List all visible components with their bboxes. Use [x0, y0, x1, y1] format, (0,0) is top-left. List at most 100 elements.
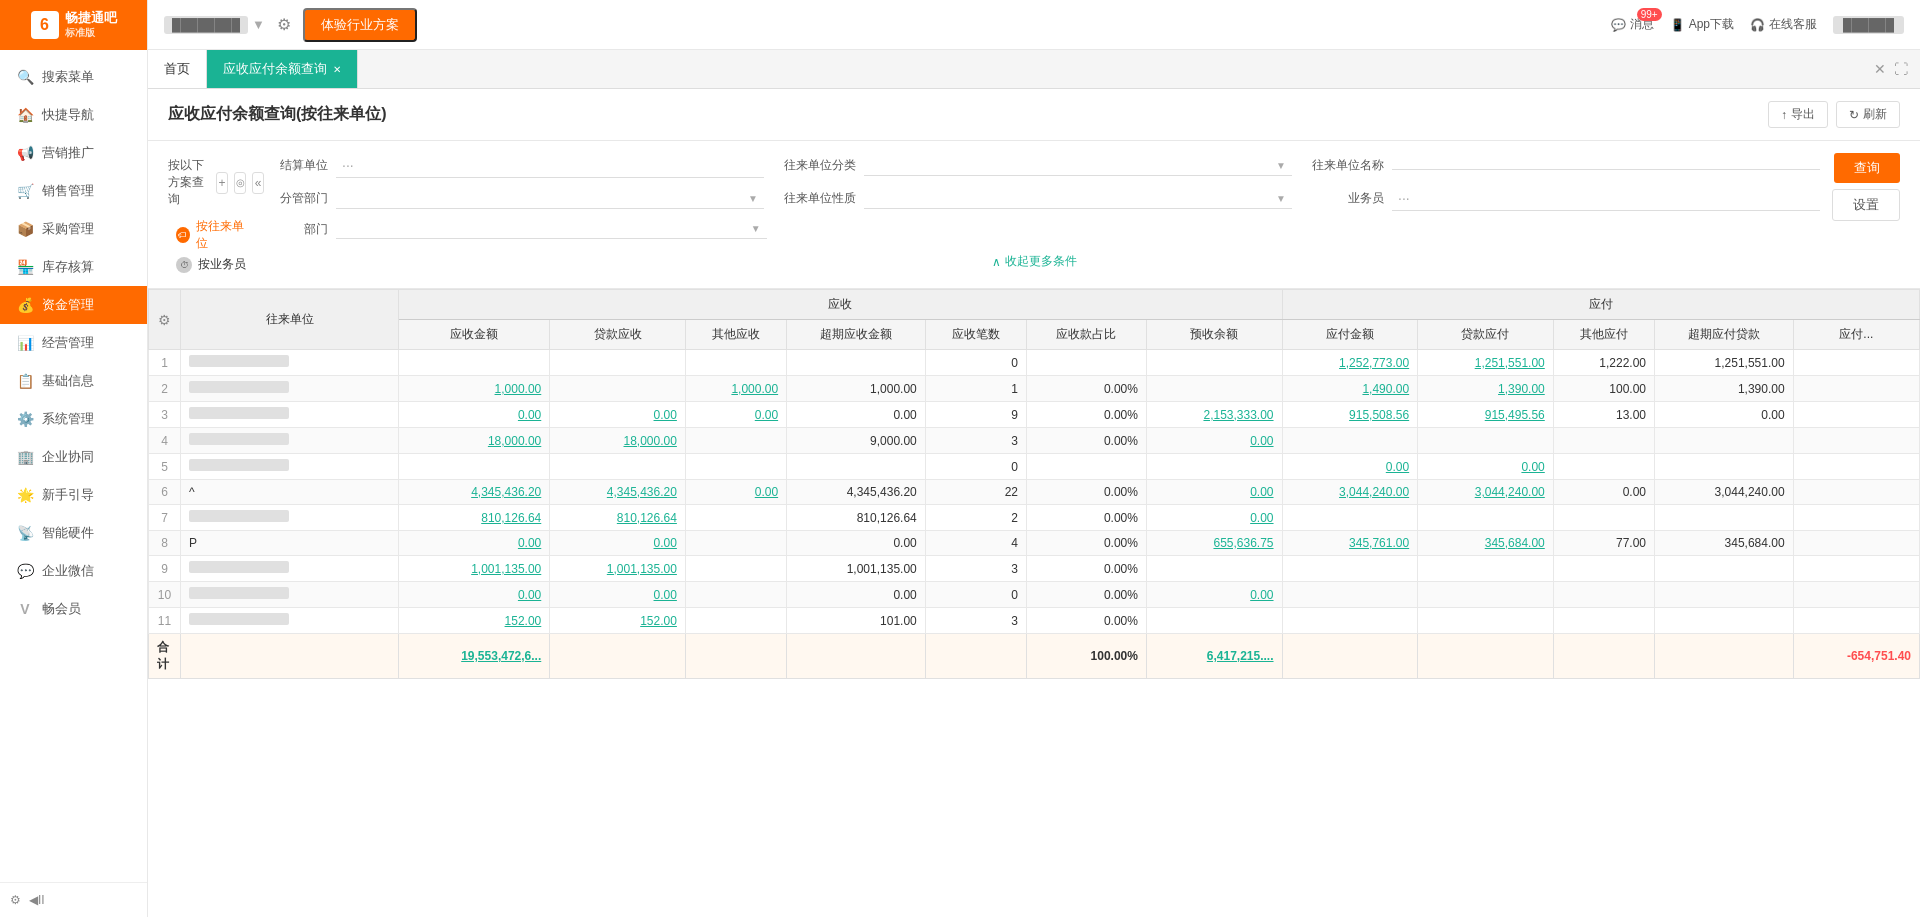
settlement-unit-input[interactable]: ···: [336, 153, 764, 178]
sidebar: 6 畅捷通吧 标准版 🔍 搜索菜单 🏠 快捷导航 📢 营销推广 🛒 销售管理 📦…: [0, 0, 148, 917]
partner-name-label: 往来单位名称: [1304, 157, 1384, 174]
sidebar-item-inventory[interactable]: 🏪 库存核算: [0, 248, 147, 286]
department-label: 部门: [248, 221, 328, 238]
sidebar-item-operations[interactable]: 📊 经营管理: [0, 324, 147, 362]
sidebar-item-enterprise[interactable]: 🏢 企业协同: [0, 438, 147, 476]
scheme-by-salesperson[interactable]: ⏱ 按业务员: [176, 256, 248, 273]
tab-ar-ap[interactable]: 应收应付余额查询 ✕: [207, 50, 358, 88]
tab-actions: ✕ ⛶: [1862, 61, 1920, 77]
table-row: 7810,126.64810,126.64810,126.6420.00%0.0…: [149, 505, 1920, 531]
app-name: 畅捷通吧: [65, 10, 117, 26]
filter-row-3: 部门 ▼: [248, 219, 1820, 239]
page-title: 应收应付余额查询(按往来单位): [168, 104, 387, 125]
sidebar-item-system[interactable]: ⚙️ 系统管理: [0, 400, 147, 438]
partner-cell: ^: [181, 480, 399, 505]
col-ar-loan: 贷款应收: [550, 320, 686, 350]
promo-button[interactable]: 体验行业方案: [303, 8, 417, 42]
system-icon: ⚙️: [16, 411, 34, 427]
footer-ar-amount[interactable]: 19,553,472,6...: [399, 634, 550, 679]
filter-add-button[interactable]: +: [216, 172, 228, 194]
basic-icon: 📋: [16, 373, 34, 389]
partner-cell: P: [181, 531, 399, 556]
col-ar-overdue: 超期应收金额: [787, 320, 926, 350]
close-window-icon[interactable]: ✕: [1874, 61, 1886, 77]
table-row: 30.000.000.000.0090.00%2,153,333.00915,5…: [149, 402, 1920, 428]
setting-button[interactable]: 设置: [1832, 189, 1900, 221]
sidebar-item-member[interactable]: V 畅会员: [0, 590, 147, 628]
table-footer-row: 合计 19,553,472,6... 100.00% 6,417,215....…: [149, 634, 1920, 679]
export-button[interactable]: ↑ 导出: [1768, 101, 1828, 128]
salesperson-input[interactable]: ···: [1392, 186, 1820, 211]
department-input[interactable]: ▼: [336, 219, 767, 239]
col-ap-amount: 应付金额: [1282, 320, 1418, 350]
user-menu[interactable]: ██████: [1833, 18, 1904, 32]
operations-icon: 📊: [16, 335, 34, 351]
partner-nature-input[interactable]: ▼: [864, 189, 1292, 209]
gear-settings-icon[interactable]: ⚙: [277, 15, 291, 34]
partner-cell: [181, 350, 399, 376]
partner-cell: [181, 376, 399, 402]
footer-collapse-icon[interactable]: ◀II: [29, 893, 45, 907]
dropdown-icon: ▼: [1276, 193, 1286, 204]
sidebar-item-finance[interactable]: 💰 资金管理: [0, 286, 147, 324]
footer-ap-overdue: [1655, 634, 1794, 679]
guide-icon: 🌟: [16, 487, 34, 503]
dept-label: 分管部门: [248, 190, 328, 207]
filter-row-2: 分管部门 ▼ 往来单位性质 ▼ 业务员: [248, 186, 1820, 211]
online-service-button[interactable]: 🎧 在线客服: [1750, 16, 1817, 33]
tab-close-icon[interactable]: ✕: [333, 64, 341, 75]
sidebar-menu: 🔍 搜索菜单 🏠 快捷导航 📢 营销推广 🛒 销售管理 📦 采购管理 🏪 库存核…: [0, 50, 147, 882]
filter-partner-nature: 往来单位性质 ▼: [776, 189, 1292, 209]
download-icon: 📱: [1670, 18, 1685, 32]
company-selector[interactable]: ████████ ▼: [164, 16, 265, 34]
filter-target-button[interactable]: ◎: [234, 172, 246, 194]
table-row: 8P0.000.000.0040.00%655,636.75345,761.00…: [149, 531, 1920, 556]
scheme-by-partner[interactable]: 🏷 按往来单位: [176, 218, 248, 252]
footer-settings-icon[interactable]: ⚙: [10, 893, 21, 907]
maximize-icon[interactable]: ⛶: [1894, 61, 1908, 77]
sidebar-item-quick-nav[interactable]: 🏠 快捷导航: [0, 96, 147, 134]
table-settings-col[interactable]: ⚙: [149, 290, 181, 350]
messages-button[interactable]: 💬 消息 99+: [1611, 16, 1654, 33]
settlement-unit-label: 结算单位: [248, 157, 328, 174]
filter-partner-category: 往来单位分类 ▼: [776, 156, 1292, 176]
footer-ap-other: [1553, 634, 1654, 679]
sidebar-item-purchase[interactable]: 📦 采购管理: [0, 210, 147, 248]
sidebar-item-sales[interactable]: 🛒 销售管理: [0, 172, 147, 210]
filter-department: 部门 ▼: [248, 219, 767, 239]
sidebar-item-search[interactable]: 🔍 搜索菜单: [0, 58, 147, 96]
partner-cell: [181, 428, 399, 454]
partner-name-input[interactable]: [1392, 161, 1820, 170]
purchase-icon: 📦: [16, 221, 34, 237]
collapse-filter-button[interactable]: ∧ 收起更多条件: [248, 247, 1820, 276]
app-download-button[interactable]: 📱 App下载: [1670, 16, 1734, 33]
sidebar-item-marketing[interactable]: 📢 营销推广: [0, 134, 147, 172]
sidebar-item-guide[interactable]: 🌟 新手引导: [0, 476, 147, 514]
table-row: 6^4,345,436.204,345,436.200.004,345,436.…: [149, 480, 1920, 505]
sidebar-item-label: 基础信息: [42, 372, 94, 390]
tab-home-label: 首页: [164, 60, 190, 78]
footer-ar-advance[interactable]: 6,417,215....: [1146, 634, 1282, 679]
tab-bar: 首页 应收应付余额查询 ✕ ✕ ⛶: [148, 50, 1920, 89]
user-avatar: ██████: [1833, 16, 1904, 34]
sidebar-item-label: 快捷导航: [42, 106, 94, 124]
col-ap-overdue: 超期应付贷款: [1655, 320, 1794, 350]
table-gear-icon[interactable]: ⚙: [158, 312, 171, 328]
footer-label-cell: 合计: [149, 634, 181, 679]
logo-icon: 6: [31, 11, 59, 39]
sidebar-item-label: 企业协同: [42, 448, 94, 466]
query-button[interactable]: 查询: [1834, 153, 1900, 183]
sidebar-item-hardware[interactable]: 📡 智能硬件: [0, 514, 147, 552]
dept-input[interactable]: ▼: [336, 189, 764, 209]
message-icon: 💬: [1611, 18, 1626, 32]
sidebar-item-wechat[interactable]: 💬 企业微信: [0, 552, 147, 590]
tab-home[interactable]: 首页: [148, 50, 207, 88]
sidebar-item-label: 新手引导: [42, 486, 94, 504]
col-ap-other: 其他应付: [1553, 320, 1654, 350]
partner-category-input[interactable]: ▼: [864, 156, 1292, 176]
col-ar-advance: 预收余额: [1146, 320, 1282, 350]
sidebar-item-label: 智能硬件: [42, 524, 94, 542]
sidebar-item-basic[interactable]: 📋 基础信息: [0, 362, 147, 400]
scheme-partner-label: 按往来单位: [196, 218, 248, 252]
refresh-button[interactable]: ↻ 刷新: [1836, 101, 1900, 128]
